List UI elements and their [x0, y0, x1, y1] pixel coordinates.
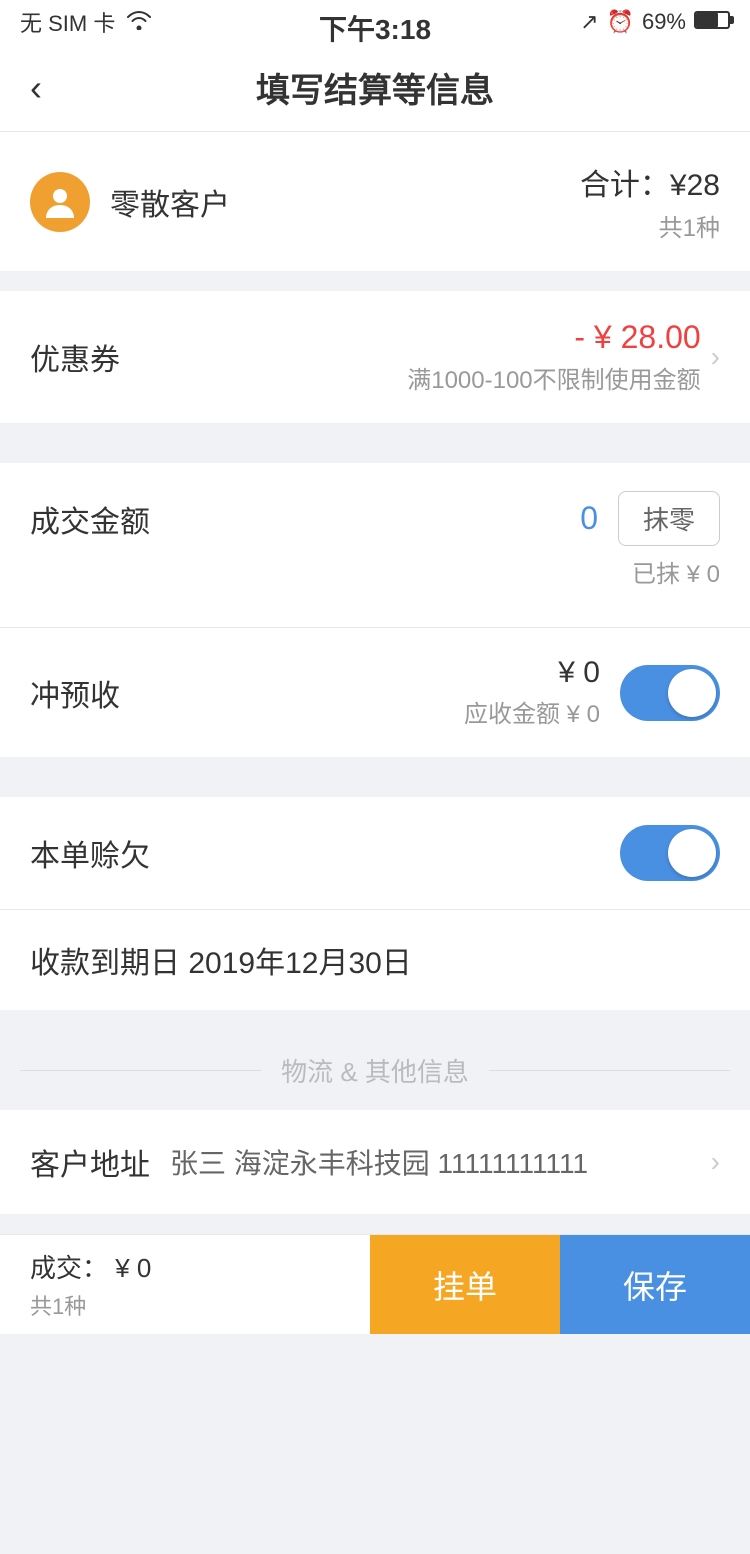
pending-button[interactable]: 挂单: [370, 1235, 560, 1334]
main-content: 零散客户 合计：¥28 共1种 优惠券 - ¥ 28.00 满1000-100不…: [0, 132, 750, 1554]
debt-section: 本单赊欠 收款到期日 2019年12月30日: [0, 797, 750, 1010]
bottom-summary-count: 共1种: [30, 1289, 340, 1321]
debt-label: 本单赊欠: [30, 831, 150, 875]
address-label: 客户地址: [30, 1140, 150, 1184]
person-icon: [42, 184, 78, 220]
total-price: 合计：¥28: [580, 160, 720, 204]
address-value: 张三 海淀永丰科技园 11111111111: [170, 1142, 711, 1182]
transaction-row: 成交金额 0 抹零: [30, 491, 720, 546]
coupon-row[interactable]: 优惠券 - ¥ 28.00 满1000-100不限制使用金额 ›: [0, 291, 750, 423]
round-button[interactable]: 抹零: [618, 491, 720, 546]
debt-toggle[interactable]: [620, 825, 720, 881]
bottom-summary-title: 成交： ¥ 0: [30, 1248, 340, 1285]
back-button[interactable]: ‹: [20, 57, 52, 119]
customer-right: 合计：¥28 共1种: [580, 160, 720, 243]
debt-row: 本单赊欠: [0, 797, 750, 909]
precollect-toggle[interactable]: [620, 665, 720, 721]
address-chevron-icon: ›: [711, 1146, 720, 1178]
alarm-icon: ⏰: [607, 9, 634, 35]
due-date-row: 收款到期日 2019年12月30日: [0, 909, 750, 1010]
network-label: 无 SIM 卡: [20, 6, 115, 38]
customer-avatar: [30, 172, 90, 232]
transaction-amount-row: 成交金额 0 抹零 已抹 ¥ 0: [0, 463, 750, 617]
coupon-section: 优惠券 - ¥ 28.00 满1000-100不限制使用金额 ›: [0, 291, 750, 423]
logistics-line-left: [20, 1070, 261, 1071]
customer-left: 零散客户: [30, 172, 230, 232]
coupon-amount: - ¥ 28.00: [407, 319, 700, 356]
logistics-line-right: [489, 1070, 730, 1071]
customer-name: 零散客户: [110, 180, 230, 224]
address-row[interactable]: 客户地址 张三 海淀永丰科技园 11111111111 ›: [0, 1110, 750, 1214]
transaction-label: 成交金额: [30, 497, 150, 541]
battery-icon: [694, 9, 730, 35]
precollect-amount: ¥ 0: [464, 656, 600, 690]
page-title: 填写结算等信息: [256, 63, 494, 112]
customer-section: 零散客户 合计：¥28 共1种: [0, 132, 750, 271]
status-right: ↗ ⏰ 69%: [580, 9, 730, 35]
time-display: 下午3:18: [319, 8, 431, 48]
coupon-content: - ¥ 28.00 满1000-100不限制使用金额: [407, 319, 700, 395]
transaction-amount[interactable]: 0: [580, 500, 598, 537]
transaction-right: 0 抹零: [580, 491, 720, 546]
due-date-text: 收款到期日 2019年12月30日: [30, 947, 412, 980]
customer-row: 零散客户 合计：¥28 共1种: [0, 132, 750, 271]
precollect-row: 冲预收 ¥ 0 应收金额 ¥ 0: [0, 627, 750, 757]
status-bar: 无 SIM 卡 下午3:18 ↗ ⏰ 69%: [0, 0, 750, 44]
coupon-label: 优惠券: [30, 335, 120, 379]
bottom-bar: 成交： ¥ 0 共1种 挂单 保存: [0, 1234, 750, 1334]
chevron-right-icon: ›: [711, 341, 720, 373]
transaction-sub-info: 已抹 ¥ 0: [30, 554, 720, 589]
precollect-sub-info: 应收金额 ¥ 0: [464, 694, 600, 729]
logistics-label: 物流 & 其他信息: [281, 1052, 469, 1089]
total-count: 共1种: [580, 208, 720, 243]
precollect-label: 冲预收: [30, 671, 120, 715]
debt-toggle-knob: [668, 829, 716, 877]
status-left: 无 SIM 卡: [20, 6, 153, 38]
precollect-right: ¥ 0 应收金额 ¥ 0: [464, 656, 720, 729]
battery-percent: 69%: [642, 9, 686, 35]
coupon-right: - ¥ 28.00 满1000-100不限制使用金额 ›: [407, 319, 720, 395]
bottom-summary: 成交： ¥ 0 共1种: [0, 1248, 370, 1321]
nav-bar: ‹ 填写结算等信息: [0, 44, 750, 132]
toggle-knob: [668, 669, 716, 717]
location-icon: ↗: [580, 9, 598, 35]
gray-separator-2: [0, 777, 750, 797]
address-section: 客户地址 张三 海淀永丰科技园 11111111111 ›: [0, 1110, 750, 1214]
save-button[interactable]: 保存: [560, 1235, 750, 1334]
logistics-separator: 物流 & 其他信息: [0, 1030, 750, 1110]
gray-separator-1: [0, 443, 750, 463]
transaction-section: 成交金额 0 抹零 已抹 ¥ 0 冲预收 ¥ 0 应收金额 ¥ 0: [0, 463, 750, 757]
precollect-amount-wrap: ¥ 0 应收金额 ¥ 0: [464, 656, 600, 729]
wifi-icon: [125, 8, 153, 36]
coupon-description: 满1000-100不限制使用金额: [407, 360, 700, 395]
